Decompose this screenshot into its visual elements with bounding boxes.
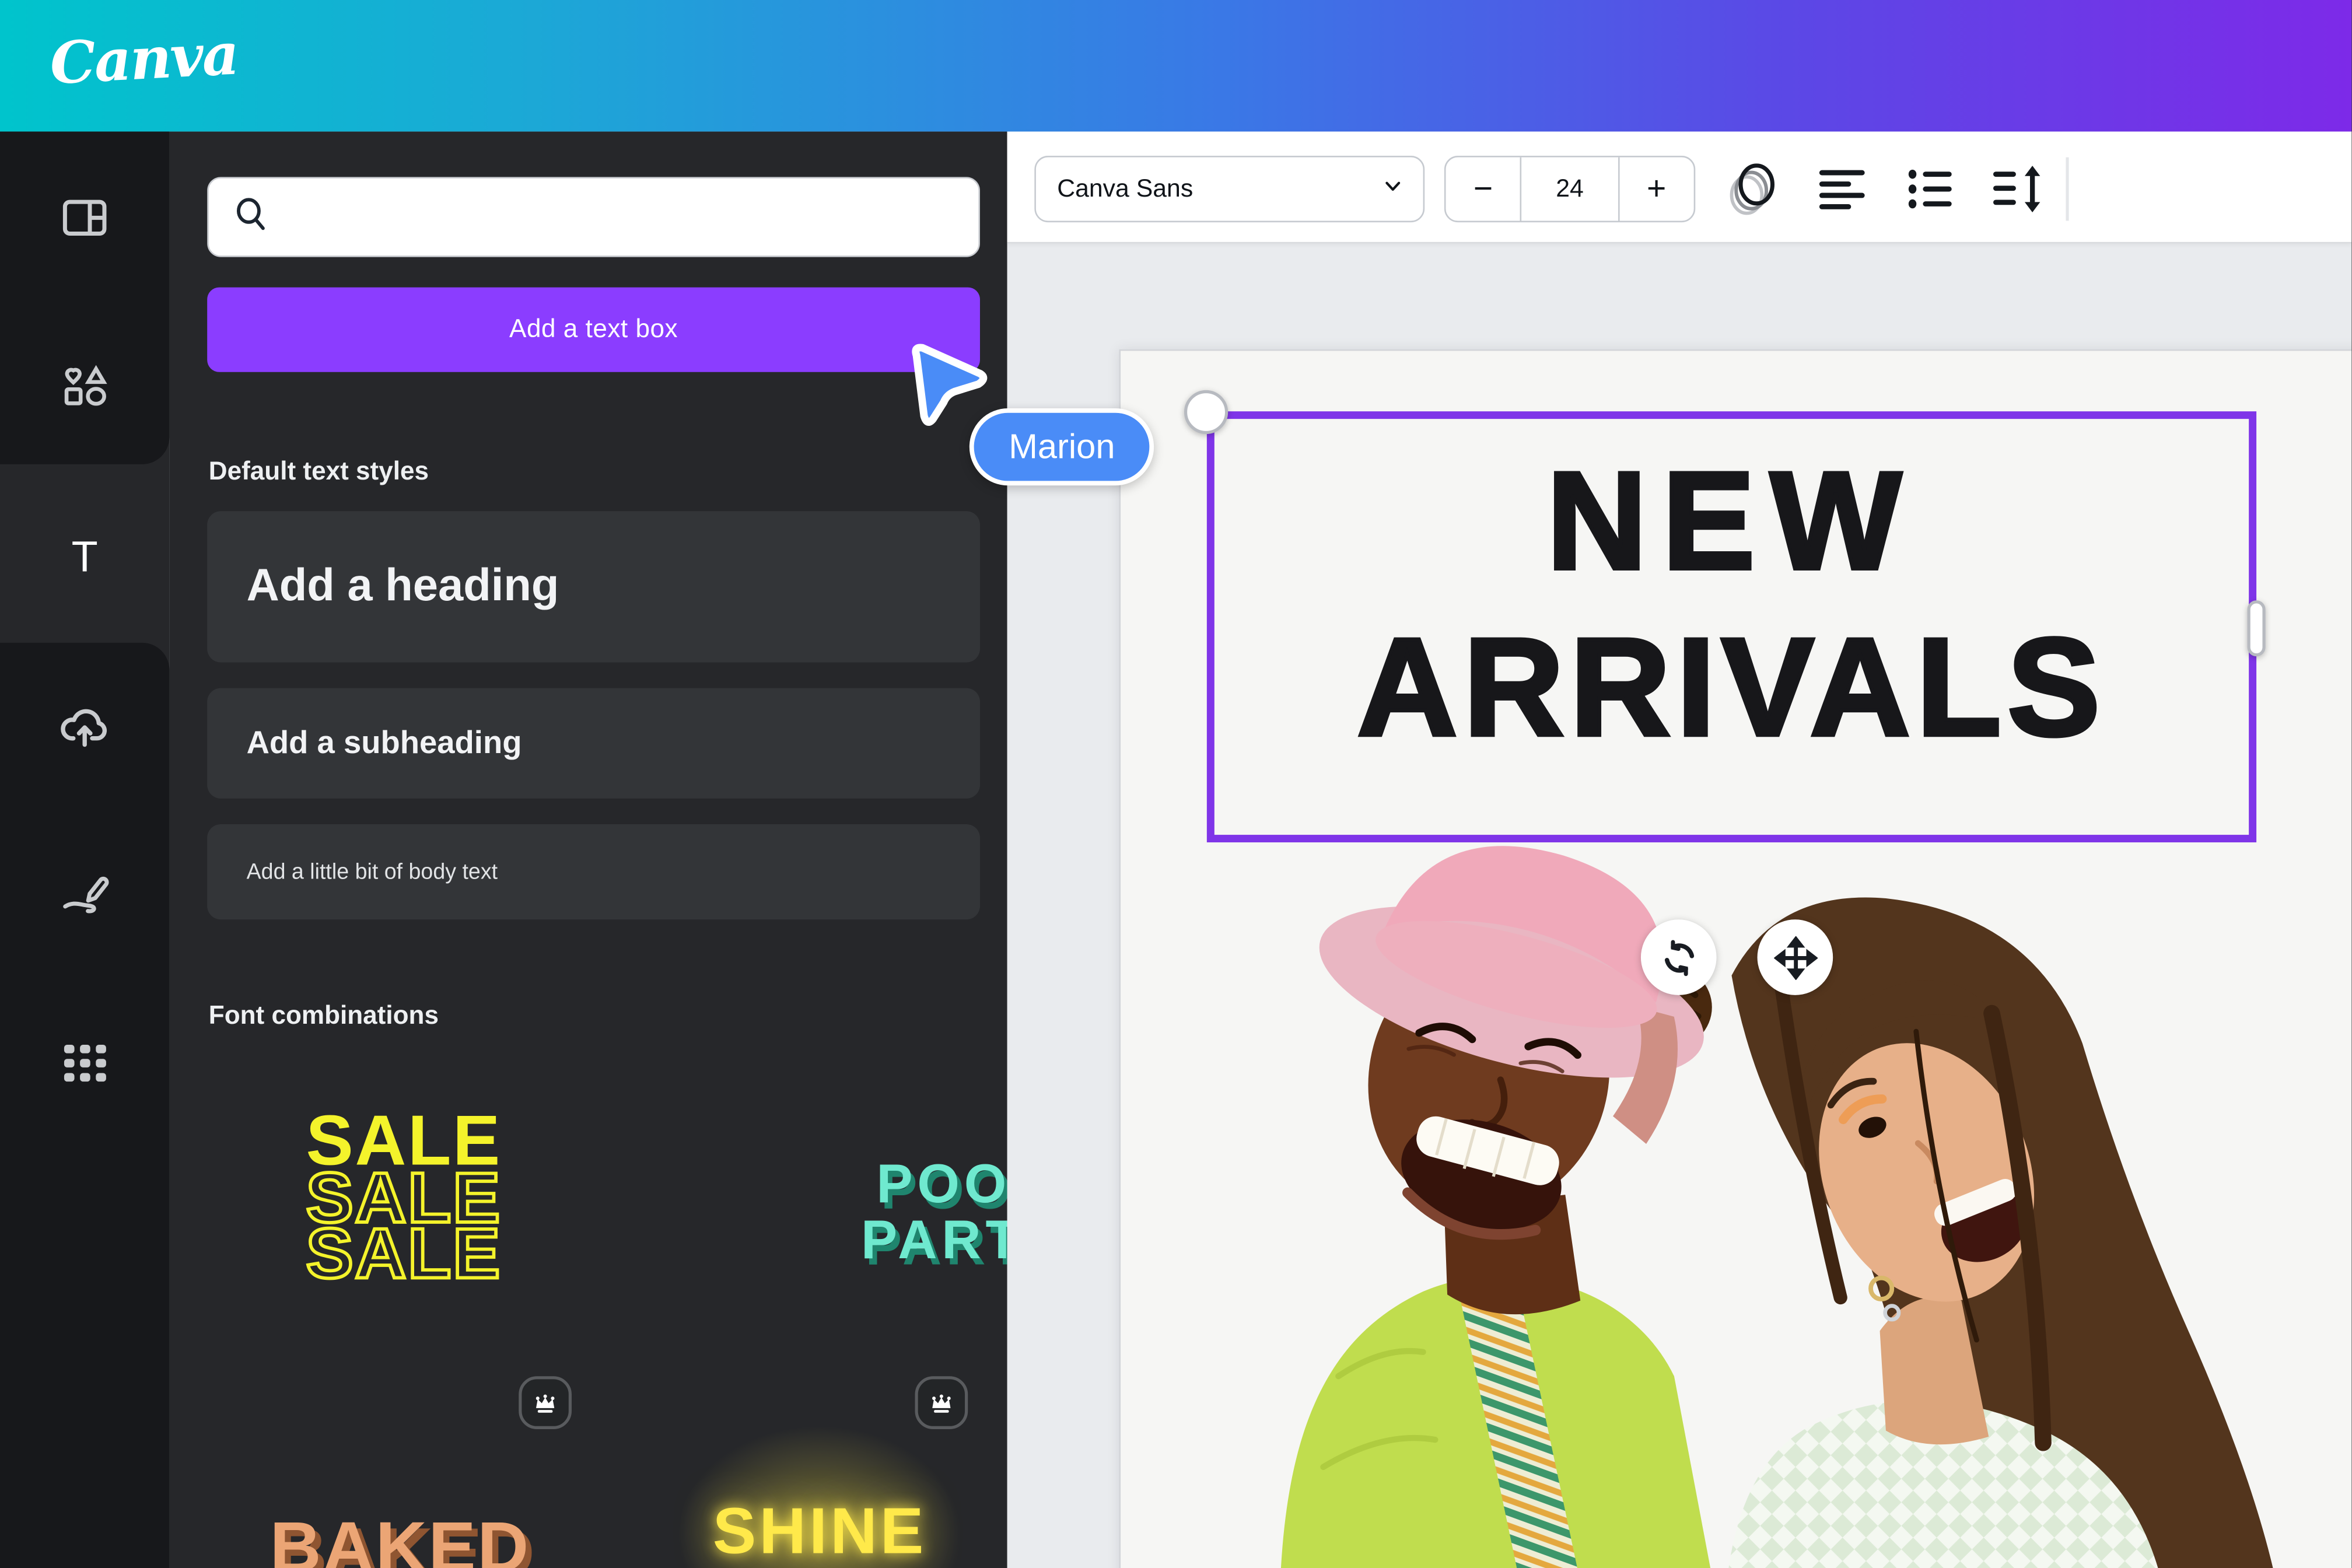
resize-handle-right[interactable] <box>2247 600 2266 657</box>
font-size-decrease-button[interactable]: − <box>1446 158 1520 221</box>
sidebar-item-uploads[interactable] <box>0 679 169 776</box>
sidebar-item-draw[interactable] <box>0 845 169 942</box>
sidebar-item-design[interactable] <box>0 169 169 266</box>
text-color-button[interactable] <box>1718 156 1784 222</box>
elements-icon <box>58 358 112 412</box>
text-icon: T <box>58 529 112 583</box>
font-family-dropdown[interactable]: Canva Sans <box>1034 156 1425 223</box>
rotate-icon <box>1664 939 1693 976</box>
design-heading-text[interactable]: NEW ARRIVALS <box>1214 440 2249 772</box>
move-icon <box>1773 935 1817 979</box>
text-color-icon <box>1730 163 1774 215</box>
combo-sale-line: SALE <box>304 1213 502 1294</box>
crown-icon <box>536 1394 555 1412</box>
draw-icon <box>58 867 112 921</box>
rotate-button[interactable] <box>1640 919 1717 995</box>
font-combo-sale[interactable]: SALE SALE SALE <box>207 1104 600 1294</box>
bullet-list-button[interactable] <box>1898 156 1965 222</box>
move-button[interactable] <box>1757 919 1833 995</box>
text-align-button[interactable] <box>1809 156 1875 222</box>
canva-logo[interactable]: Canva <box>48 19 240 97</box>
add-text-box-button[interactable]: Add a text box <box>207 287 980 372</box>
default-text-styles-heading: Default text styles <box>208 456 429 486</box>
canvas-area: Canva Sans − 24 + NEW ARRIVALS <box>1007 131 2352 1568</box>
sidebar-item-elements[interactable] <box>0 337 169 434</box>
design-text-line2: ARRIVALS <box>1355 609 2106 767</box>
collaborator-name-badge: Marion <box>969 408 1154 486</box>
search-input[interactable] <box>207 177 980 257</box>
font-combo-pool-party[interactable]: POOL PARTY <box>762 1152 1007 1270</box>
add-subheading-card[interactable]: Add a subheading <box>207 688 980 799</box>
design-text-line1: NEW <box>1545 443 1917 601</box>
text-spacing-button[interactable] <box>1984 156 2050 222</box>
add-heading-card[interactable]: Add a heading <box>207 511 980 663</box>
text-spacing-icon <box>1993 166 2041 212</box>
font-combo-baked[interactable]: BAKED <box>207 1505 593 1568</box>
cloud-upload-icon <box>58 700 112 754</box>
align-left-icon <box>1819 170 1865 209</box>
toolbar-divider <box>2066 157 2068 221</box>
sidebar-rail: T <box>0 131 170 1568</box>
apps-grid-icon <box>59 1037 110 1088</box>
chevron-down-icon <box>1381 173 1405 205</box>
combo-pool-line: POOL <box>876 1152 1007 1214</box>
font-size-increase-button[interactable]: + <box>1619 158 1694 221</box>
pro-crown-badge <box>519 1376 572 1429</box>
font-combo-shine[interactable]: SHINE <box>646 1496 993 1568</box>
collaborator-name: Marion <box>1009 426 1115 466</box>
canva-editor: Canva T Add a text box Default text styl… <box>0 0 2352 1568</box>
resize-handle-top-left[interactable] <box>1184 390 1228 435</box>
sidebar-item-text[interactable]: T <box>0 508 169 605</box>
bullet-list-icon <box>1908 169 1952 209</box>
search-icon <box>232 193 272 242</box>
font-combinations-heading: Font combinations <box>208 1001 439 1030</box>
font-size-stepper: − 24 + <box>1444 156 1696 223</box>
svg-text:T: T <box>72 532 98 580</box>
top-bar: Canva <box>0 0 2352 132</box>
text-panel: Add a text box Default text styles Add a… <box>169 131 1007 1568</box>
add-body-text-card[interactable]: Add a little bit of body text <box>207 824 980 920</box>
combo-pool-line: PARTY <box>861 1208 1007 1270</box>
font-family-value: Canva Sans <box>1057 174 1194 202</box>
selected-text-element[interactable]: NEW ARRIVALS <box>1206 411 2257 843</box>
design-icon <box>59 192 110 243</box>
sidebar-item-apps[interactable] <box>0 1015 169 1112</box>
text-toolbar: Canva Sans − 24 + <box>1007 131 2352 244</box>
font-size-value[interactable]: 24 <box>1520 157 1619 221</box>
